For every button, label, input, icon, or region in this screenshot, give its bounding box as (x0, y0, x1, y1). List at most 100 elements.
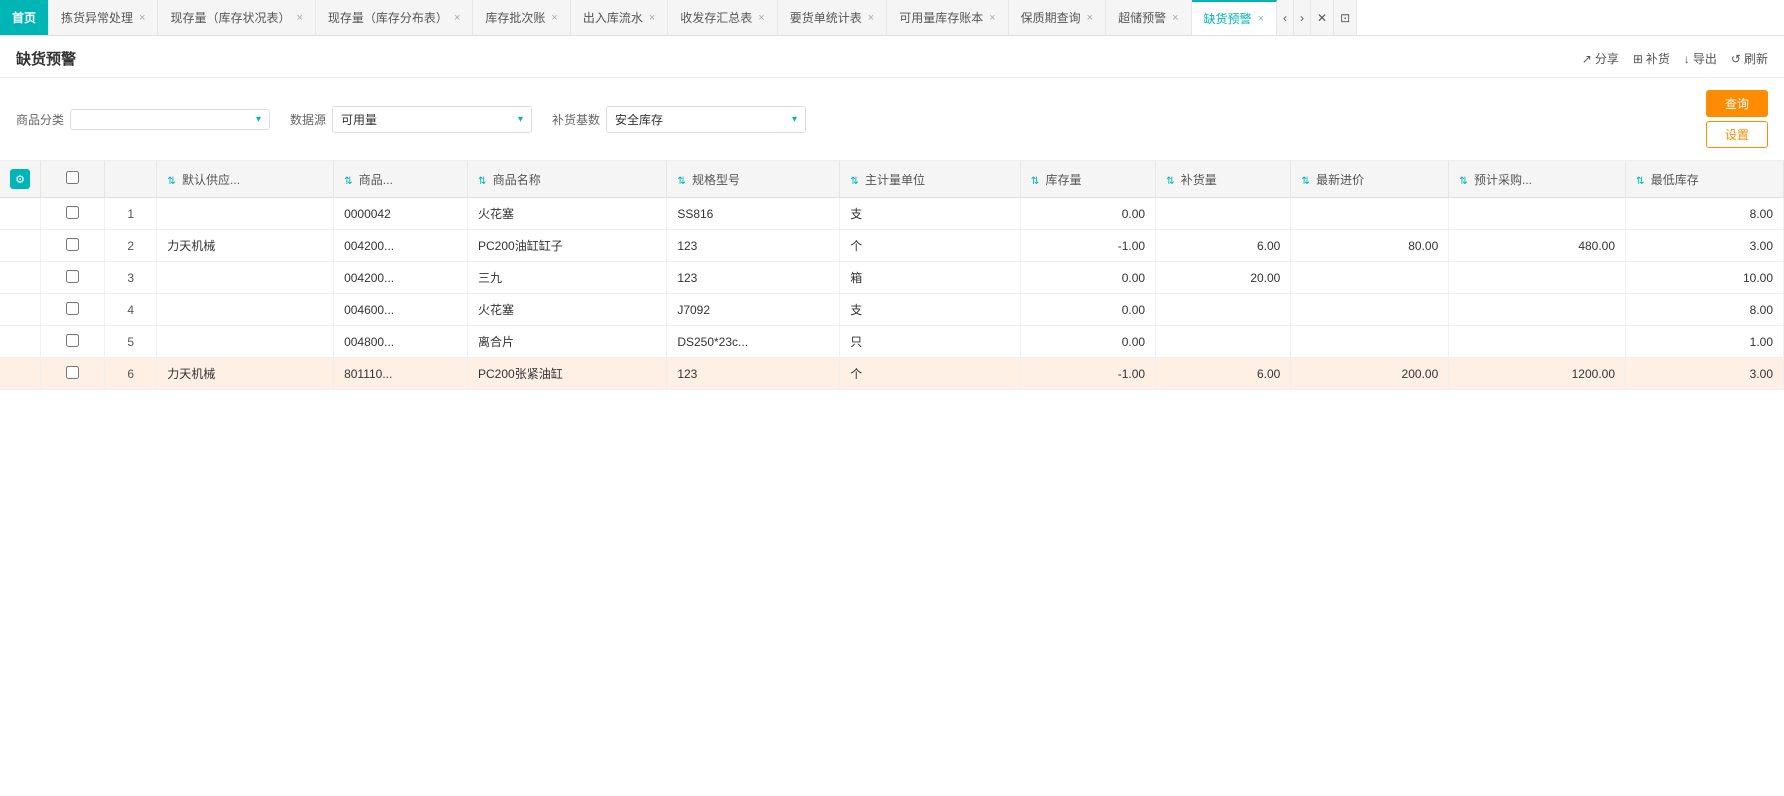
settings-button[interactable]: 设置 (1706, 121, 1768, 148)
header-gear[interactable]: ⚙ (0, 161, 41, 198)
tab-receive-summary[interactable]: 收发存汇总表 × (668, 0, 777, 36)
gear-settings-icon[interactable]: ⚙ (10, 169, 30, 189)
sort-arrows-estimated: ⇅ (1459, 176, 1467, 187)
row-checkbox-5[interactable] (41, 358, 105, 390)
row-stock-2: 0.00 (1020, 262, 1155, 294)
close-inventory-status-tab[interactable]: × (296, 12, 302, 24)
header-product-code[interactable]: ⇅ 商品... (334, 161, 468, 198)
header-replenish-qty-label: 补货量 (1181, 173, 1217, 187)
row-checkbox-0[interactable] (41, 198, 105, 230)
table-container: ⚙ ⇅ 默认供应... ⇅ 商品... ⇅ (0, 161, 1784, 390)
sort-arrows-unit: ⇅ (850, 176, 858, 187)
close-shortage-tab[interactable]: × (1258, 13, 1264, 25)
category-select[interactable]: ▾ (70, 109, 270, 130)
sort-arrows-code: ⇅ (344, 176, 352, 187)
header-estimated-purchase[interactable]: ⇅ 预计采购... (1449, 161, 1626, 198)
header-product-name[interactable]: ⇅ 商品名称 (468, 161, 667, 198)
tab-inout-flow[interactable]: 出入库流水 × (571, 0, 668, 36)
replenish-icon: ⊞ (1633, 52, 1643, 66)
row-checkbox-3[interactable] (41, 294, 105, 326)
tab-available-ledger-label: 可用量库存账本 (899, 9, 983, 26)
row-checkbox-1[interactable] (41, 230, 105, 262)
tab-next-button[interactable]: › (1294, 0, 1311, 36)
replenish-label: 补货 (1646, 50, 1670, 67)
refresh-label: 刷新 (1744, 50, 1768, 67)
close-expiry-query-tab[interactable]: × (1087, 12, 1093, 24)
tab-inventory-dist-label: 现存量（库存分布表） (328, 9, 448, 26)
row-spec-4: DS250*23c... (667, 326, 840, 358)
row-select-5[interactable] (66, 366, 79, 379)
row-select-1[interactable] (66, 238, 79, 251)
replenish-action[interactable]: ⊞ 补货 (1633, 50, 1670, 67)
tab-batch-account[interactable]: 库存批次账 × (473, 0, 570, 36)
row-name-4: 离合片 (468, 326, 667, 358)
close-batch-account-tab[interactable]: × (551, 12, 557, 24)
row-unit-0: 支 (840, 198, 1021, 230)
row-price-5: 200.00 (1291, 358, 1449, 390)
share-action[interactable]: ↗ 分享 (1582, 50, 1619, 67)
row-checkbox-4[interactable] (41, 326, 105, 358)
row-spec-2: 123 (667, 262, 840, 294)
row-gear-1 (0, 230, 41, 262)
export-action[interactable]: ↓ 导出 (1684, 50, 1717, 67)
row-checkbox-2[interactable] (41, 262, 105, 294)
close-overstock-tab[interactable]: × (1172, 12, 1178, 24)
close-demand-stats-tab[interactable]: × (868, 12, 874, 24)
header-spec-label: 规格型号 (692, 173, 740, 187)
header-default-supplier[interactable]: ⇅ 默认供应... (157, 161, 334, 198)
row-supplier-4 (157, 326, 334, 358)
tab-batch-account-label: 库存批次账 (485, 9, 545, 26)
tab-expand-button[interactable]: ⊡ (1334, 0, 1357, 36)
row-select-4[interactable] (66, 334, 79, 347)
header-latest-price[interactable]: ⇅ 最新进价 (1291, 161, 1449, 198)
header-estimated-purchase-label: 预计采购... (1474, 173, 1532, 187)
header-unit[interactable]: ⇅ 主计量单位 (840, 161, 1021, 198)
close-exception-tab[interactable]: × (139, 12, 145, 24)
header-stock[interactable]: ⇅ 库存量 (1020, 161, 1155, 198)
tab-close-others-button[interactable]: ✕ (1311, 0, 1334, 36)
row-num-5: 6 (105, 358, 157, 390)
tab-available-ledger[interactable]: 可用量库存账本 × (887, 0, 1008, 36)
tab-home[interactable]: 首页 (0, 0, 49, 36)
query-button[interactable]: 查询 (1706, 90, 1768, 117)
basis-select[interactable]: 安全库存 ▾ (606, 106, 806, 133)
row-unit-3: 支 (840, 294, 1021, 326)
row-price-1: 80.00 (1291, 230, 1449, 262)
tab-expiry-query[interactable]: 保质期查询 × (1009, 0, 1106, 36)
row-select-2[interactable] (66, 270, 79, 283)
tab-inventory-status[interactable]: 现存量（库存状况表） × (158, 0, 315, 36)
row-name-1: PC200油缸缸子 (468, 230, 667, 262)
tab-shortage[interactable]: 缺货预警 × (1192, 0, 1277, 36)
datasource-select[interactable]: 可用量 ▾ (332, 106, 532, 133)
row-select-3[interactable] (66, 302, 79, 315)
close-available-ledger-tab[interactable]: × (989, 12, 995, 24)
header-replenish-qty[interactable]: ⇅ 补货量 (1156, 161, 1291, 198)
row-stock-1: -1.00 (1020, 230, 1155, 262)
refresh-action[interactable]: ↺ 刷新 (1731, 50, 1768, 67)
select-all-checkbox[interactable] (66, 171, 79, 184)
row-min-stock-3: 8.00 (1626, 294, 1784, 326)
header-checkbox[interactable] (41, 161, 105, 198)
tab-overstock[interactable]: 超储预警 × (1106, 0, 1191, 36)
table-body: 1 0000042 火花塞 SS816 支 0.00 8.00 2 力天机械 0… (0, 198, 1784, 390)
header-product-name-label: 商品名称 (493, 173, 541, 187)
tab-inventory-dist[interactable]: 现存量（库存分布表） × (316, 0, 473, 36)
tab-exception[interactable]: 拣货异常处理 × (49, 0, 158, 36)
tab-prev-button[interactable]: ‹ (1277, 0, 1294, 36)
category-filter-label: 商品分类 (16, 111, 64, 128)
close-inventory-dist-tab[interactable]: × (454, 12, 460, 24)
row-price-4 (1291, 326, 1449, 358)
close-receive-summary-tab[interactable]: × (758, 12, 764, 24)
table-row: 6 力天机械 801110... PC200张紧油缸 123 个 -1.00 6… (0, 358, 1784, 390)
tab-expiry-query-label: 保质期查询 (1021, 9, 1081, 26)
close-inout-flow-tab[interactable]: × (649, 12, 655, 24)
sort-arrows-spec: ⇅ (677, 176, 685, 187)
tab-demand-stats[interactable]: 要货单统计表 × (778, 0, 887, 36)
header-spec[interactable]: ⇅ 规格型号 (667, 161, 840, 198)
header-latest-price-label: 最新进价 (1316, 173, 1364, 187)
row-select-0[interactable] (66, 206, 79, 219)
row-code-0: 0000042 (334, 198, 468, 230)
header-min-stock[interactable]: ⇅ 最低库存 (1626, 161, 1784, 198)
row-name-3: 火花塞 (468, 294, 667, 326)
row-price-2 (1291, 262, 1449, 294)
